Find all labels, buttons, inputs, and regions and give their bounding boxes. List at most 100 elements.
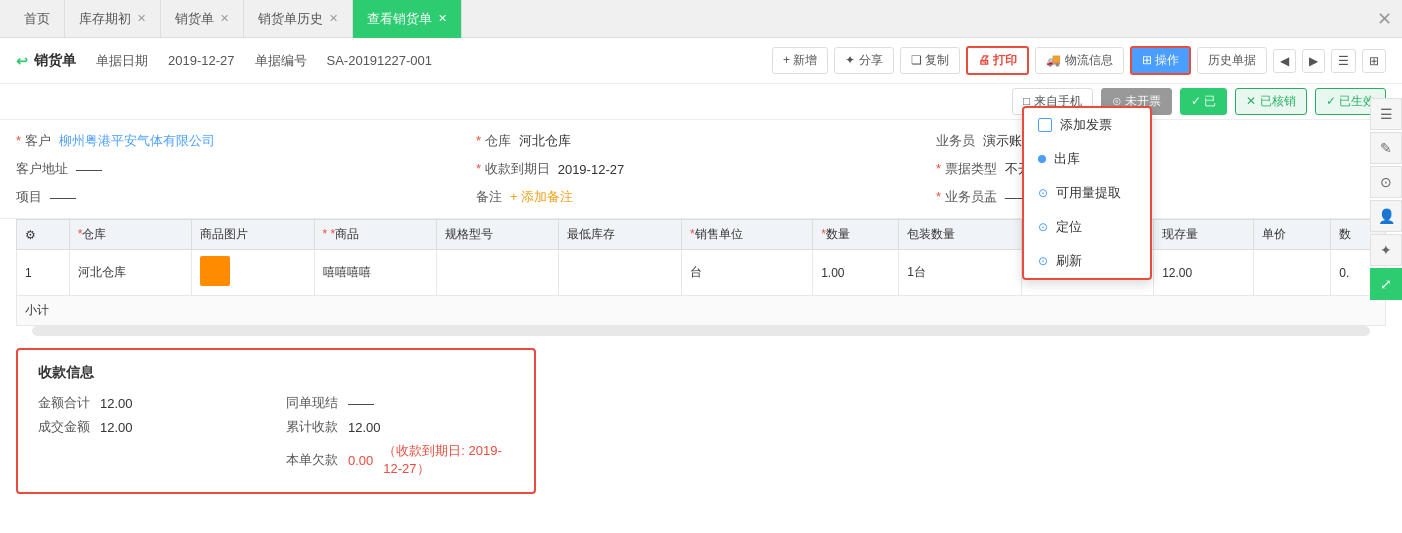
- payment-key-same: 同单现结: [286, 394, 338, 412]
- doc-header: ↩ 销货单 单据日期 2019-12-27 单据编号 SA-20191227-0…: [0, 38, 1402, 84]
- dropdown-outbound[interactable]: 出库: [1024, 142, 1150, 176]
- dropdown-available[interactable]: ⊙ 可用量提取: [1024, 176, 1150, 210]
- sidebar-icon-2[interactable]: ✎: [1370, 132, 1402, 164]
- form-section: 客户 柳州粤港平安气体有限公司 仓库 河北仓库 业务员 演示账号 客户地址 ——…: [0, 120, 1402, 219]
- payment-val-total: 12.00: [100, 396, 133, 411]
- due-date-label: 收款到期日: [476, 160, 550, 178]
- payment-row-1a: 金额合计 12.00: [38, 394, 266, 412]
- layout2-button[interactable]: ⊞: [1362, 49, 1386, 73]
- cell-product: 嘻嘻嘻嘻: [314, 250, 436, 296]
- payment-row-2a: 成交金额 12.00: [38, 418, 266, 436]
- project-field: 项目 ——: [16, 188, 466, 206]
- doc-meta: 单据日期 2019-12-27 单据编号 SA-20191227-001: [96, 52, 432, 70]
- dropdown-add-invoice[interactable]: 添加发票: [1024, 108, 1150, 142]
- subtotal-row: 小计: [17, 296, 1386, 326]
- customer-field: 客户 柳州粤港平安气体有限公司: [16, 132, 466, 150]
- close-tab-sales-history[interactable]: ✕: [329, 12, 338, 25]
- product-image: [200, 256, 230, 286]
- note-field: 备注 + 添加备注: [476, 188, 926, 206]
- col-settings[interactable]: ⚙: [17, 220, 70, 250]
- address-field: 客户地址 ——: [16, 160, 466, 178]
- outbound-label: 出库: [1054, 150, 1080, 168]
- cell-min-stock: [559, 250, 681, 296]
- products-table: ⚙ *仓库 商品图片 * *商品 规格型号 最低库存 *销售单位 *数量 包装数…: [16, 219, 1386, 326]
- payment-row-3: 本单欠款 0.00 （收款到期日: 2019-12-27）: [286, 442, 514, 478]
- close-tab-inventory[interactable]: ✕: [137, 12, 146, 25]
- cell-index: 1: [17, 250, 70, 296]
- horizontal-scrollbar[interactable]: [32, 326, 1370, 336]
- cell-current: 12.00: [1154, 250, 1254, 296]
- salesperson-field: 业务员盂 ——: [936, 188, 1386, 206]
- payment-key-total: 金额合计: [38, 394, 90, 412]
- cell-warehouse: 河北仓库: [69, 250, 191, 296]
- close-tab-sales[interactable]: ✕: [220, 12, 229, 25]
- sidebar-icon-3[interactable]: ⊙: [1370, 166, 1402, 198]
- tab-bar: 首页 库存期初 ✕ 销货单 ✕ 销货单历史 ✕ 查看销货单 ✕ ✕: [0, 0, 1402, 38]
- outbound-icon: [1038, 155, 1046, 163]
- cancel-button[interactable]: ✕ 已核销: [1235, 88, 1306, 115]
- doc-icon: ↩: [16, 53, 28, 69]
- logistics-button[interactable]: 🚚 物流信息: [1035, 47, 1123, 74]
- locate-icon: ⊙: [1038, 220, 1048, 234]
- doc-title: ↩ 销货单: [16, 52, 76, 70]
- customer-label: 客户: [16, 132, 51, 150]
- dropdown-refresh[interactable]: ⊙ 刷新: [1024, 244, 1150, 278]
- dropdown-menu: 添加发票 出库 ⊙ 可用量提取 ⊙ 定位 ⊙ 刷新: [1022, 106, 1152, 280]
- share-button[interactable]: ✦ 分享: [834, 47, 893, 74]
- payment-key-owed: 本单欠款: [286, 451, 338, 469]
- warehouse-value: 河北仓库: [519, 132, 571, 150]
- cell-qty: 1.00: [813, 250, 899, 296]
- table-section: ⚙ *仓库 商品图片 * *商品 规格型号 最低库存 *销售单位 *数量 包装数…: [0, 219, 1402, 336]
- payment-row-1b: 同单现结 ——: [286, 394, 514, 412]
- number-value: SA-20191227-001: [327, 53, 433, 68]
- history-button[interactable]: 历史单据: [1197, 47, 1267, 74]
- date-label: 单据日期: [96, 52, 148, 70]
- tab-home[interactable]: 首页: [10, 0, 65, 38]
- add-invoice-icon: [1038, 118, 1052, 132]
- new-button[interactable]: + 新增: [772, 47, 828, 74]
- refresh-icon: ⊙: [1038, 254, 1048, 268]
- project-value: ——: [50, 190, 76, 205]
- payment-val-owed: 0.00: [348, 453, 373, 468]
- table-row: 1 河北仓库 嘻嘻嘻嘻 台 1.00 1台 12.00 0.: [17, 250, 1386, 296]
- col-min-stock: 最低库存: [559, 220, 681, 250]
- window-close-button[interactable]: ✕: [1377, 8, 1392, 30]
- tab-view-sales[interactable]: 查看销货单 ✕: [353, 0, 462, 38]
- employee-label: 业务员: [936, 132, 975, 150]
- sidebar-icon-1[interactable]: ☰: [1370, 98, 1402, 130]
- tab-sales[interactable]: 销货单 ✕: [161, 0, 244, 38]
- salesperson-label: 业务员盂: [936, 188, 997, 206]
- sidebar-icon-expand[interactable]: ⤢: [1370, 268, 1402, 300]
- project-label: 项目: [16, 188, 42, 206]
- col-pkg-qty: 包装数量: [899, 220, 1021, 250]
- note-label: 备注: [476, 188, 502, 206]
- payment-val-cumulative: 12.00: [348, 420, 381, 435]
- cell-spec: [437, 250, 559, 296]
- payment-grid: 金额合计 12.00 同单现结 —— 成交金额 12.00 累计收款 12.00…: [38, 394, 514, 478]
- add-invoice-label: 添加发票: [1060, 116, 1112, 134]
- col-qty: *数量: [813, 220, 899, 250]
- number-label: 单据编号: [255, 52, 307, 70]
- sidebar-icon-4[interactable]: 👤: [1370, 200, 1402, 232]
- payment-key-deal: 成交金额: [38, 418, 90, 436]
- col-product: * *商品: [314, 220, 436, 250]
- add-note-button[interactable]: + 添加备注: [510, 188, 573, 206]
- tab-inventory[interactable]: 库存期初 ✕: [65, 0, 161, 38]
- tab-sales-history[interactable]: 销货单历史 ✕: [244, 0, 353, 38]
- print-button[interactable]: 🖨 打印: [966, 46, 1029, 75]
- layout1-button[interactable]: ☰: [1331, 49, 1356, 73]
- nav-next-button[interactable]: ▶: [1302, 49, 1325, 73]
- customer-value[interactable]: 柳州粤港平安气体有限公司: [59, 132, 215, 150]
- copy-button[interactable]: ❏ 复制: [900, 47, 960, 74]
- action-bar: □ 来自手机 ⊙ 未开票 ✓ 已 ✕ 已核销 ✓ 已生效: [0, 84, 1402, 120]
- dropdown-locate[interactable]: ⊙ 定位: [1024, 210, 1150, 244]
- payment-val-deal: 12.00: [100, 420, 133, 435]
- nav-prev-button[interactable]: ◀: [1273, 49, 1296, 73]
- employee-field: 业务员 演示账号: [936, 132, 1386, 150]
- right-sidebar: ☰ ✎ ⊙ 👤 ✦ ⤢: [1370, 98, 1402, 300]
- sidebar-icon-5[interactable]: ✦: [1370, 234, 1402, 266]
- operation-button[interactable]: ⊞ 操作: [1130, 46, 1191, 75]
- confirm-button[interactable]: ✓ 已: [1180, 88, 1227, 115]
- close-tab-view-sales[interactable]: ✕: [438, 12, 447, 25]
- address-label: 客户地址: [16, 160, 68, 178]
